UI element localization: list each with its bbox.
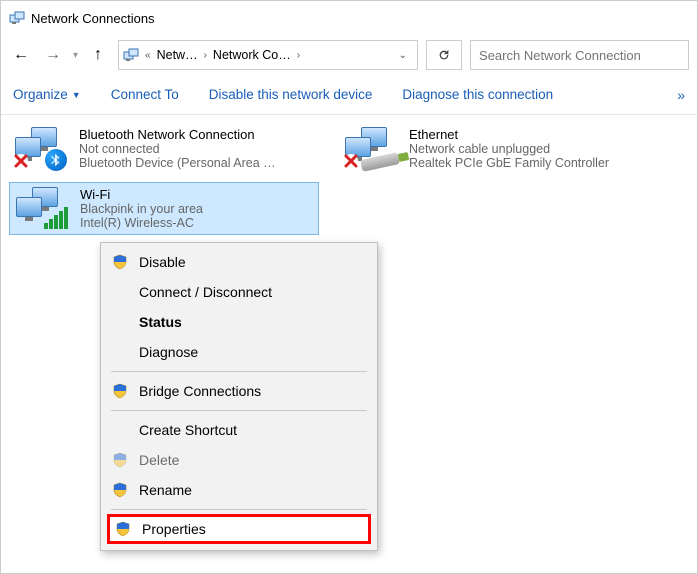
connections-row: Bluetooth Network Connection Not connect… [9, 123, 689, 174]
disable-device-label: Disable this network device [209, 87, 373, 102]
ctx-connect-disconnect[interactable]: Connect / Disconnect [101, 277, 377, 307]
shield-icon [111, 481, 129, 499]
ctx-status-label: Status [139, 314, 182, 330]
connection-icon [345, 127, 401, 170]
connection-status: Not connected [79, 142, 313, 156]
breadcrumb-seg-connections[interactable]: Network Co… [211, 48, 293, 62]
diagnose-label: Diagnose this connection [402, 87, 553, 102]
up-button[interactable]: ↑ [86, 41, 110, 69]
connection-desc: Bluetooth Device (Personal Area … [79, 156, 313, 170]
connections-row: Wi-Fi Blackpink in your area Intel(R) Wi… [9, 182, 689, 235]
toolbar-overflow[interactable]: » [677, 87, 685, 103]
connection-item-ethernet[interactable]: Ethernet Network cable unplugged Realtek… [339, 123, 649, 174]
ctx-bridge-label: Bridge Connections [139, 383, 261, 399]
ctx-properties-label: Properties [142, 521, 206, 537]
shield-icon [111, 451, 129, 469]
addressbar: ← → ▾ ↑ « Netw… › Network Co… › ⌄ [1, 35, 697, 75]
connection-icon [15, 127, 71, 170]
ctx-diagnose[interactable]: Diagnose [101, 337, 377, 367]
ctx-delete: Delete [101, 445, 377, 475]
shield-icon [114, 520, 132, 538]
breadcrumb-icon [123, 47, 141, 63]
connection-item-wifi[interactable]: Wi-Fi Blackpink in your area Intel(R) Wi… [9, 182, 319, 235]
connection-name: Ethernet [409, 127, 643, 142]
ctx-rename[interactable]: Rename [101, 475, 377, 505]
history-dropdown[interactable]: ▾ [73, 50, 78, 61]
separator [111, 371, 367, 372]
app-icon [9, 10, 25, 26]
window-title: Network Connections [31, 11, 155, 26]
organize-label: Organize [13, 87, 68, 102]
content-area: Bluetooth Network Connection Not connect… [1, 115, 697, 243]
ctx-shortcut-label: Create Shortcut [139, 422, 237, 438]
ctx-status[interactable]: Status [101, 307, 377, 337]
connection-desc: Intel(R) Wireless-AC [80, 216, 312, 230]
connect-to-label: Connect To [111, 87, 179, 102]
ctx-disable-label: Disable [139, 254, 186, 270]
back-button[interactable]: ← [9, 41, 33, 69]
separator [111, 509, 367, 510]
ctx-disable[interactable]: Disable [101, 247, 377, 277]
disconnected-icon [343, 153, 359, 169]
wifi-signal-icon [44, 207, 68, 229]
context-menu: Disable Connect / Disconnect Status Diag… [100, 242, 378, 551]
breadcrumb-seg-network[interactable]: Netw… [155, 48, 200, 62]
connection-desc: Realtek PCIe GbE Family Controller [409, 156, 643, 170]
separator [111, 410, 367, 411]
ctx-create-shortcut[interactable]: Create Shortcut [101, 415, 377, 445]
forward-button[interactable]: → [41, 41, 65, 69]
titlebar: Network Connections [1, 1, 697, 35]
ctx-connect-label: Connect / Disconnect [139, 284, 272, 300]
shield-icon [111, 382, 129, 400]
breadcrumb-dropdown[interactable]: ⌄ [399, 50, 407, 61]
disconnected-icon [13, 153, 29, 169]
connection-item-bluetooth[interactable]: Bluetooth Network Connection Not connect… [9, 123, 319, 174]
ctx-diagnose-label: Diagnose [139, 344, 198, 360]
connect-to-button[interactable]: Connect To [111, 87, 179, 102]
dropdown-icon: ▼ [72, 90, 81, 100]
chevron-right-icon[interactable]: › [295, 50, 302, 61]
connection-icon [16, 187, 72, 230]
connection-status: Network cable unplugged [409, 142, 643, 156]
ctx-bridge-connections[interactable]: Bridge Connections [101, 376, 377, 406]
bluetooth-icon [45, 149, 67, 171]
breadcrumb[interactable]: « Netw… › Network Co… › ⌄ [118, 40, 418, 70]
disable-device-button[interactable]: Disable this network device [209, 87, 373, 102]
ctx-properties[interactable]: Properties [107, 514, 371, 544]
chevron-right-icon[interactable]: › [202, 50, 209, 61]
connection-name: Wi-Fi [80, 187, 312, 202]
diagnose-connection-button[interactable]: Diagnose this connection [402, 87, 553, 102]
ctx-delete-label: Delete [139, 452, 179, 468]
organize-menu[interactable]: Organize ▼ [13, 87, 81, 102]
connection-status: Blackpink in your area [80, 202, 312, 216]
ctx-rename-label: Rename [139, 482, 192, 498]
toolbar: Organize ▼ Connect To Disable this netwo… [1, 75, 697, 115]
connection-text: Bluetooth Network Connection Not connect… [79, 127, 313, 170]
shield-icon [111, 253, 129, 271]
refresh-button[interactable] [426, 40, 462, 70]
breadcrumb-chevron[interactable]: « [143, 50, 153, 61]
search-input[interactable] [470, 40, 689, 70]
connection-name: Bluetooth Network Connection [79, 127, 313, 142]
connection-text: Ethernet Network cable unplugged Realtek… [409, 127, 643, 170]
connection-text: Wi-Fi Blackpink in your area Intel(R) Wi… [80, 187, 312, 230]
